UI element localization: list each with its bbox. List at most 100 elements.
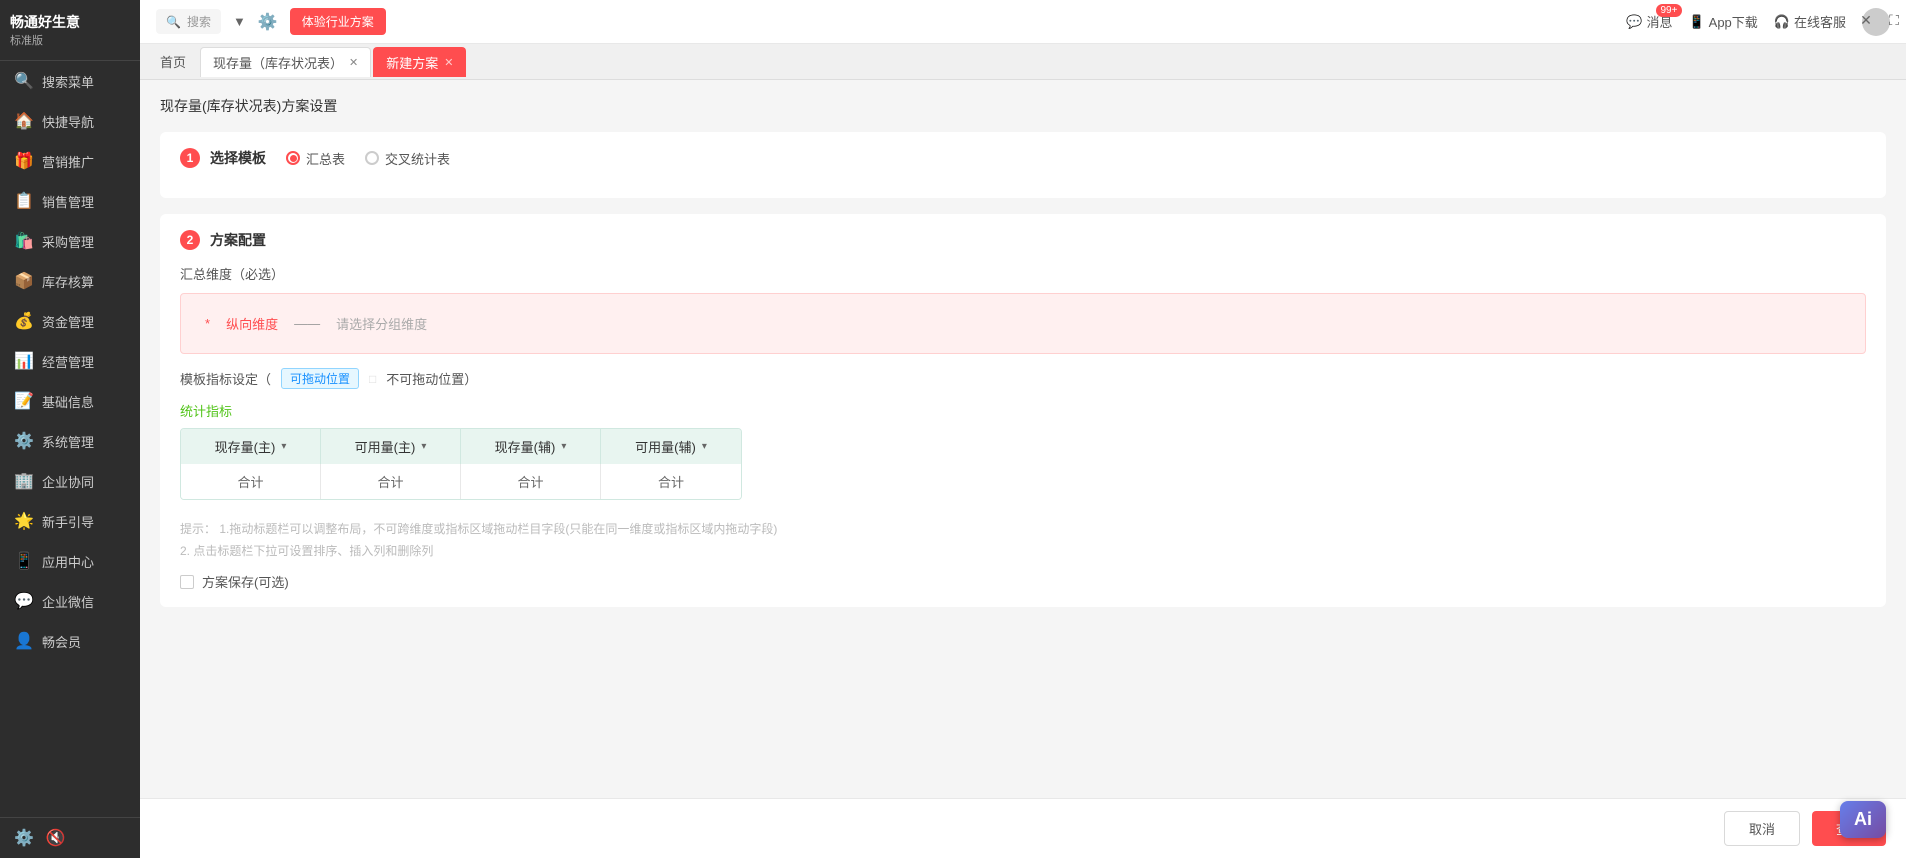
radio-cross[interactable]: 交叉统计表	[365, 149, 450, 168]
col-header-0[interactable]: 现存量(主) ▾	[181, 429, 321, 464]
tab-inventory-close-icon[interactable]: ✕	[349, 56, 358, 69]
sidebar-footer: ⚙️ 🔇	[0, 817, 140, 858]
step1-badge: 1	[180, 148, 200, 168]
col-header-label-2: 现存量(辅)	[495, 437, 556, 456]
app-download-label: App下载	[1709, 12, 1758, 31]
col-body-1: 合计	[321, 464, 461, 499]
search-menu-icon: 🔍	[14, 71, 34, 91]
sidebar-item-label: 企业协同	[42, 472, 94, 491]
finance-icon: 💰	[14, 311, 34, 331]
sidebar-item-search-menu[interactable]: 🔍 搜索菜单	[0, 61, 140, 101]
tab-new-scheme-label: 新建方案	[386, 53, 438, 72]
footer-bar: 取消 查询	[140, 798, 1906, 858]
tab-new-scheme[interactable]: 新建方案 ✕	[373, 47, 466, 77]
app-center-icon: 📱	[14, 551, 34, 571]
radio-summary[interactable]: 汇总表	[286, 149, 345, 168]
sidebar-item-label: 营销推广	[42, 152, 94, 171]
unmovable-label: 不可拖动位置）	[386, 369, 477, 388]
col-header-1[interactable]: 可用量(主) ▾	[321, 429, 461, 464]
sidebar-item-operations[interactable]: 📊 经营管理	[0, 341, 140, 381]
app-download-item[interactable]: 📱 App下载	[1688, 12, 1757, 31]
sidebar-item-finance[interactable]: 💰 资金管理	[0, 301, 140, 341]
stat-table-body: 合计 合计 合计 合计	[181, 464, 741, 499]
topbar-dropdown[interactable]: ▼	[233, 14, 246, 29]
messages-item[interactable]: 💬 消息 99+	[1626, 12, 1672, 31]
sidebar-item-label: 资金管理	[42, 312, 94, 331]
sidebar-item-enterprise[interactable]: 🏢 企业协同	[0, 461, 140, 501]
sidebar-item-sales[interactable]: 📋 销售管理	[0, 181, 140, 221]
dimension-required-mark: *	[205, 316, 210, 331]
sidebar-item-inventory[interactable]: 📦 库存核算	[0, 261, 140, 301]
topbar-search[interactable]: 🔍 搜索	[156, 9, 221, 34]
sidebar-item-enterprise-wechat[interactable]: 💬 企业微信	[0, 581, 140, 621]
sidebar-item-label: 搜索菜单	[42, 72, 94, 91]
panel-expand-btn[interactable]: ⛶	[1882, 8, 1906, 32]
col-chevron-0: ▾	[281, 441, 286, 452]
radio-summary-label: 汇总表	[306, 149, 345, 168]
radio-summary-circle	[286, 151, 300, 165]
sidebar-item-label: 库存核算	[42, 272, 94, 291]
col-header-label-3: 可用量(辅)	[635, 437, 696, 456]
col-header-2[interactable]: 现存量(辅) ▾	[461, 429, 601, 464]
section2-title: 方案配置	[210, 230, 266, 250]
base-info-icon: 📝	[14, 391, 34, 411]
save-checkbox[interactable]	[180, 575, 194, 589]
sidebar-scroll: 🔍 搜索菜单 🏠 快捷导航 🎁 营销推广 📋 销售管理 🛍️ 采购管理 📦 库存…	[0, 61, 140, 817]
messages-badge: 99+	[1656, 4, 1683, 17]
stat-table-header: 现存量(主) ▾ 可用量(主) ▾ 现存量(辅) ▾ 可用量(辅) ▾	[181, 429, 741, 464]
sidebar-item-base-info[interactable]: 📝 基础信息	[0, 381, 140, 421]
quick-nav-icon: 🏠	[14, 111, 34, 131]
enterprise-wechat-icon: 💬	[14, 591, 34, 611]
topbar-left: 🔍 搜索 ▼ ⚙️ 体验行业方案	[156, 8, 386, 35]
sidebar-item-label: 系统管理	[42, 432, 94, 451]
col-body-val-2: 合计	[517, 472, 543, 491]
sidebar-item-label: 销售管理	[42, 192, 94, 211]
stat-table: 现存量(主) ▾ 可用量(主) ▾ 现存量(辅) ▾ 可用量(辅) ▾	[180, 428, 742, 500]
section1-header: 1 选择模板 汇总表 交叉统计表	[180, 148, 1866, 168]
marketing-icon: 🎁	[14, 151, 34, 171]
sidebar-item-system[interactable]: ⚙️ 系统管理	[0, 421, 140, 461]
sidebar-item-app-center[interactable]: 📱 应用中心	[0, 541, 140, 581]
members-icon: 👤	[14, 631, 34, 651]
sidebar-item-quick-nav[interactable]: 🏠 快捷导航	[0, 101, 140, 141]
sidebar-item-marketing[interactable]: 🎁 营销推广	[0, 141, 140, 181]
volume-footer-icon[interactable]: 🔇	[46, 828, 66, 848]
sales-icon: 📋	[14, 191, 34, 211]
tab-home[interactable]: 首页	[148, 47, 198, 77]
save-row: 方案保存(可选)	[180, 572, 1866, 591]
panel-close-btn[interactable]: ✕	[1854, 8, 1878, 32]
ai-badge[interactable]: Ai	[1840, 801, 1886, 838]
col-chevron-3: ▾	[702, 441, 707, 452]
tab-inventory-status[interactable]: 现存量（库存状况表） ✕	[200, 47, 371, 77]
industry-btn[interactable]: 体验行业方案	[290, 8, 386, 35]
dropdown-chevron-icon: ▼	[233, 14, 246, 29]
tip-2: 2. 点击标题栏下拉可设置排序、插入列和删除列	[180, 541, 1866, 563]
section-choose-template: 1 选择模板 汇总表 交叉统计表	[160, 132, 1886, 198]
topbar-gear-icon[interactable]: ⚙️	[258, 12, 278, 32]
sidebar-item-label: 经营管理	[42, 352, 94, 371]
radio-cross-circle	[365, 151, 379, 165]
tabs-bar: 首页 现存量（库存状况表） ✕ 新建方案 ✕ ✕ ⛶	[140, 44, 1906, 80]
sidebar-item-label: 畅会员	[42, 632, 81, 651]
col-header-3[interactable]: 可用量(辅) ▾	[601, 429, 741, 464]
sidebar-item-members[interactable]: 👤 畅会员	[0, 621, 140, 661]
section2-header: 2 方案配置	[180, 230, 1866, 250]
sidebar-item-purchase[interactable]: 🛍️ 采购管理	[0, 221, 140, 261]
tab-new-scheme-close-icon[interactable]: ✕	[444, 56, 453, 69]
purchase-icon: 🛍️	[14, 231, 34, 251]
sidebar-item-label: 企业微信	[42, 592, 94, 611]
tip-1: 提示： 1.拖动标题栏可以调整布局，不可跨维度或指标区域拖动栏目字段(只能在同一…	[180, 519, 1866, 541]
settings-footer-icon[interactable]: ⚙️	[14, 828, 34, 848]
sidebar-item-new-guide[interactable]: 🌟 新手引导	[0, 501, 140, 541]
dimension-box[interactable]: * 纵向维度 —— 请选择分组维度	[180, 293, 1866, 354]
sidebar-item-label: 采购管理	[42, 232, 94, 251]
logo-title: 畅通好生意	[10, 12, 130, 32]
system-icon: ⚙️	[14, 431, 34, 451]
topbar: 🔍 搜索 ▼ ⚙️ 体验行业方案 💬 消息 99+ 📱 App下载 🎧 在线客服	[140, 0, 1906, 44]
sidebar-item-label: 新手引导	[42, 512, 94, 531]
movable-tag: 可拖动位置	[281, 368, 359, 389]
indicator-settings-row: 模板指标设定（ 可拖动位置 □ 不可拖动位置）	[180, 368, 1866, 389]
cancel-button[interactable]: 取消	[1724, 811, 1800, 846]
online-service-item[interactable]: 🎧 在线客服	[1774, 12, 1846, 31]
tab-inventory-label: 现存量（库存状况表）	[213, 53, 343, 72]
